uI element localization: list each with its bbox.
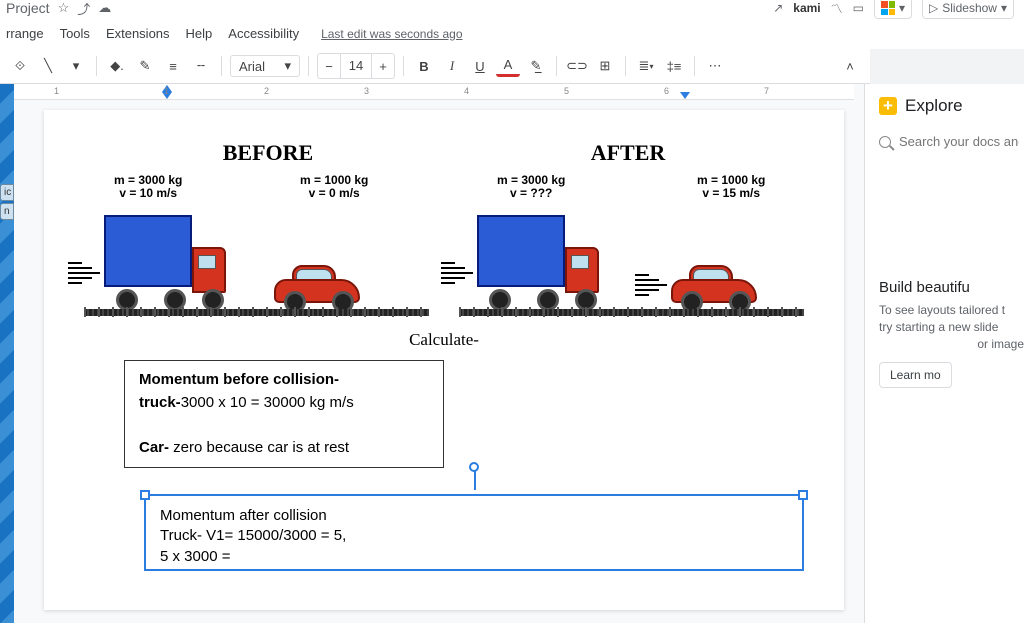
right-indent-marker[interactable] [680,92,690,99]
box1-line2a: truck- [139,394,181,411]
move-icon[interactable]: ⤴ [77,0,90,18]
more-button[interactable]: ⋯ [703,53,727,79]
menu-bar-row: rrange Tools Extensions Help Accessibili… [0,20,1024,49]
rotate-handle[interactable] [469,462,479,472]
explore-label: Explore [905,96,963,116]
present-icon[interactable]: ▭ [853,1,864,15]
line-dash-icon[interactable]: ╌ [189,53,213,79]
scene-after: m = 3000 kgv = ??? m = 1000 kgv = 15 m/s [459,174,804,324]
ms-chip[interactable]: ▾ [874,0,912,19]
insert-link-icon[interactable]: ⊂⊃ [565,53,589,79]
open-external-icon[interactable]: ↗ [773,1,783,15]
ruler-tick: 3 [364,86,369,96]
ruler-tick: 4 [464,86,469,96]
line-weight-icon[interactable]: ≡ [161,53,185,79]
build-text1: To see layouts tailored t [879,302,1024,319]
menu-help[interactable]: Help [180,22,219,45]
scene-before: m = 3000 kgv = 10 m/s m = 1000 kgv = 0 m… [84,174,429,324]
ruler-tick: 6 [664,86,669,96]
align-icon[interactable]: ≣▾ [634,53,658,79]
heading-after: AFTER [591,140,666,166]
momentum-after-selected-box[interactable]: Momentum after collision Truck- V1= 1500… [144,494,804,571]
ruler[interactable]: 1 1 2 3 4 5 6 7 [14,84,854,100]
momentum-before-box[interactable]: Momentum before collision- truck-3000 x … [124,360,444,468]
text-color-button[interactable]: A [496,55,520,77]
dropdown-icon[interactable]: ▾ [64,53,88,79]
rotate-line [474,470,476,490]
ruler-tick: 1 [164,86,169,96]
left-tag-n: n [0,203,14,220]
box2-line1: Momentum after collision [160,507,327,524]
box2-line3: 5 x 3000 = [160,548,230,565]
italic-button[interactable]: I [440,53,464,79]
box1-line3a: Car- [139,439,169,456]
menu-arrange[interactable]: rrange [0,22,50,45]
resize-handle-tr[interactable] [798,490,808,500]
trend-icon[interactable]: 〽 [831,0,843,17]
slide-panel-edge: ic n [0,84,14,623]
explore-panel: Explore Build beautifu To see layouts ta… [864,84,1024,623]
cloud-icon[interactable]: ☁ [98,0,111,16]
learn-more-button[interactable]: Learn mo [879,362,952,388]
kami-label[interactable]: kami [793,1,820,15]
build-text2: try starting a new slide [879,319,1024,336]
explore-icon [879,97,897,115]
box1-line1: Momentum before collision- [139,371,339,388]
font-size-value[interactable]: 14 [341,53,371,79]
heading-before: BEFORE [223,140,313,166]
font-family-select[interactable]: Arial ▾ [230,55,300,77]
canvas-area[interactable]: 1 1 2 3 4 5 6 7 BEFORE AFTER m = 3000 kg… [14,84,864,623]
ruler-tick: 1 [54,86,59,96]
calculate-label: Calculate- [84,330,804,350]
box1-line2b: 3000 x 10 = 30000 kg m/s [181,394,354,411]
paint-format-icon[interactable]: ◆. [105,53,129,79]
slide-page[interactable]: BEFORE AFTER m = 3000 kgv = 10 m/s m = 1… [44,110,844,610]
box2-line2: Truck- V1= 15000/3000 = 5, [160,527,346,544]
ruler-tick: 2 [264,86,269,96]
search-icon [879,136,891,148]
last-edit-link[interactable]: Last edit was seconds ago [315,23,468,45]
select-icon[interactable]: ╲ [36,53,60,79]
zoom-icon[interactable]: ⟐ [8,53,32,79]
slideshow-button[interactable]: ▷Slideshow▾ [922,0,1014,19]
menu-tools[interactable]: Tools [54,22,96,45]
box1-line3b: zero because car is at rest [169,439,349,456]
build-heading: Build beautifu [879,279,1024,296]
menu-extensions[interactable]: Extensions [100,22,176,45]
toolbar: ⟐ ╲ ▾ ◆. ✎ ≡ ╌ Arial ▾ − 14 + B I U A ✎̲… [0,49,870,84]
build-text3: or image [879,336,1024,353]
chevron-down-icon: ▾ [284,58,291,74]
ruler-tick: 5 [564,86,569,96]
bold-button[interactable]: B [412,53,436,79]
menu-accessibility[interactable]: Accessibility [222,22,305,45]
line-spacing-icon[interactable]: ‡≡ [662,53,686,79]
collapse-toolbar-icon[interactable]: ˄ [838,53,862,79]
doc-title-truncated: Project [6,0,50,16]
highlight-button[interactable]: ✎̲ [524,53,548,79]
font-name-value: Arial [239,59,265,74]
ruler-tick: 7 [764,86,769,96]
left-tag-ic: ic [0,184,14,201]
resize-handle-tl[interactable] [140,490,150,500]
star-icon[interactable]: ☆ [58,0,70,16]
explore-title: Explore [879,96,1024,116]
title-bar: Project ☆ ⤴ ☁ ↗ kami 〽 ▭ ▾ ▷Slideshow▾ [0,0,1024,20]
add-comment-icon[interactable]: ⊞ [593,53,617,79]
underline-button[interactable]: U [468,53,492,79]
font-size-minus[interactable]: − [317,53,341,79]
font-size-plus[interactable]: + [371,53,395,79]
pen-icon[interactable]: ✎ [133,53,157,79]
explore-search-input[interactable] [899,134,1019,149]
